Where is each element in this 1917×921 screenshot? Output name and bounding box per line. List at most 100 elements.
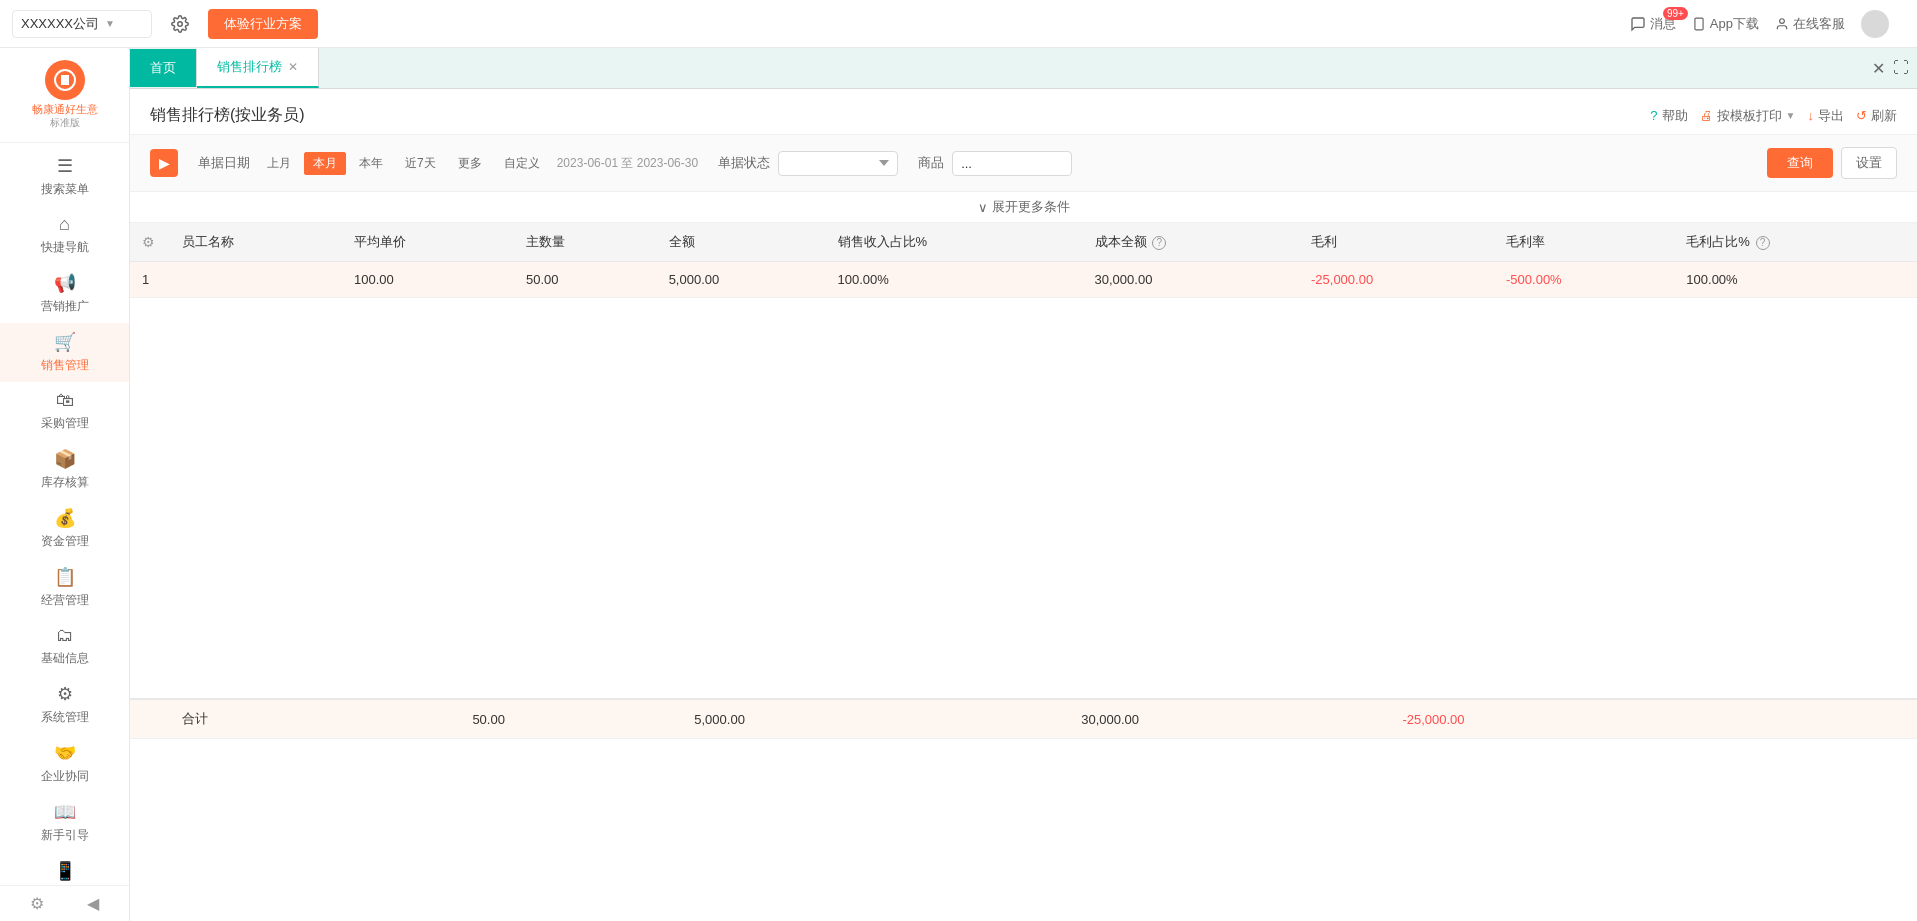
svg-rect-1 <box>1695 18 1703 30</box>
date-range: 2023-06-01 至 2023-06-30 <box>557 155 698 172</box>
date-tab-custom[interactable]: 自定义 <box>495 152 549 175</box>
sidebar-collapse-button[interactable]: ◀ <box>87 894 99 913</box>
goods-input[interactable] <box>952 151 1072 176</box>
date-tab-more[interactable]: 更多 <box>449 152 491 175</box>
date-tab-last-month[interactable]: 上月 <box>258 152 300 175</box>
cooperation-icon: 🤝 <box>54 742 76 764</box>
expand-label: 展开更多条件 <box>992 198 1070 216</box>
status-select[interactable] <box>778 151 898 176</box>
date-tab-7days[interactable]: 近7天 <box>396 152 445 175</box>
sidebar-item-label: 快捷导航 <box>41 239 89 256</box>
expand-conditions-button[interactable]: ∨ 展开更多条件 <box>978 198 1070 216</box>
sidebar-item-label: 库存核算 <box>41 474 89 491</box>
summary-avg-price <box>366 700 460 739</box>
tab-home[interactable]: 首页 <box>130 49 197 87</box>
sidebar-item-quick-nav[interactable]: ⌂ 快捷导航 <box>0 206 129 264</box>
refresh-button[interactable]: ↺ 刷新 <box>1856 107 1897 125</box>
app-download-button[interactable]: App下载 <box>1692 15 1759 33</box>
sidebar-item-marketing[interactable]: 📢 营销推广 <box>0 264 129 323</box>
tab-close-all-icon[interactable]: ✕ <box>1872 59 1885 78</box>
sidebar-item-label: 新手引导 <box>41 827 89 844</box>
th-gross-rate: 毛利率 <box>1494 223 1674 262</box>
tab-restore-icon[interactable]: ⛶ <box>1893 59 1909 77</box>
inventory-icon: 📦 <box>54 448 76 470</box>
cell-avg-price: 100.00 <box>342 262 514 298</box>
th-avg-price: 平均单价 <box>342 223 514 262</box>
summary-label: 合计 <box>170 700 366 739</box>
tab-sales-ranking[interactable]: 销售排行榜 ✕ <box>197 48 319 88</box>
th-employee: 员工名称 <box>170 223 342 262</box>
content-area: 首页 销售排行榜 ✕ ✕ ⛶ 销售排行榜(按业务员) <box>130 48 1917 921</box>
sales-icon: 🛒 <box>54 331 76 353</box>
sidebar-item-sales[interactable]: 🛒 销售管理 <box>0 323 129 382</box>
sidebar-item-cooperation[interactable]: 🤝 企业协同 <box>0 734 129 793</box>
sidebar-footer: ⚙ ◀ <box>0 885 129 921</box>
logo-image <box>45 60 85 100</box>
avatar[interactable] <box>1861 10 1889 38</box>
sidebar-item-operations[interactable]: 📋 经营管理 <box>0 558 129 617</box>
sidebar-settings-button[interactable]: ⚙ <box>30 894 44 913</box>
query-button[interactable]: 查询 <box>1767 148 1833 178</box>
goods-filter: 商品 <box>918 151 1072 176</box>
summary-section: 合计 50.00 5,000.00 30,000.00 -25,000.00 <box>130 698 1917 739</box>
th-qty: 主数量 <box>514 223 657 262</box>
app-container: XXXXXX公司 ▼ 体验行业方案 消息 99+ App下载 在线客服 <box>0 0 1917 921</box>
date-filter-label: 单据日期 <box>198 154 250 172</box>
settings-icon-btn[interactable] <box>164 8 196 40</box>
table-settings-icon[interactable]: ⚙ <box>142 234 155 250</box>
filter-row-1: ▶ 单据日期 上月 本月 本年 近7天 更多 自定义 2023- <box>150 147 1897 179</box>
summary-row: 合计 50.00 5,000.00 30,000.00 -25,000.00 <box>130 700 1917 739</box>
online-service-button[interactable]: 在线客服 <box>1775 15 1845 33</box>
table-header-row: ⚙ 员工名称 平均单价 主数量 全额 销售收入占比% 成本全额 ? <box>130 223 1917 262</box>
system-icon: ⚙ <box>57 683 73 705</box>
cell-sales-pct: 100.00% <box>826 262 1083 298</box>
chevron-down-expand-icon: ∨ <box>978 200 988 215</box>
export-button[interactable]: ↓ 导出 <box>1808 107 1845 125</box>
sidebar-item-system[interactable]: ⚙ 系统管理 <box>0 675 129 734</box>
sidebar-item-inventory[interactable]: 📦 库存核算 <box>0 440 129 499</box>
svg-point-3 <box>1780 18 1785 23</box>
print-dropdown-icon[interactable]: ▼ <box>1786 110 1796 121</box>
trial-button[interactable]: 体验行业方案 <box>208 9 318 39</box>
print-button[interactable]: 🖨 按模板打印 ▼ <box>1700 107 1796 125</box>
table-container: ⚙ 员工名称 平均单价 主数量 全额 销售收入占比% 成本全额 ? <box>130 223 1917 298</box>
sidebar-item-search-order[interactable]: ☰ 搜索菜单 <box>0 147 129 206</box>
sidebar-item-label: 搜索菜单 <box>41 181 89 198</box>
cost-help-icon[interactable]: ? <box>1152 236 1166 250</box>
gross-pct-help-icon[interactable]: ? <box>1756 236 1770 250</box>
sidebar-item-basic-info[interactable]: 🗂 基础信息 <box>0 617 129 675</box>
logo-text: 畅康通好生意 <box>32 102 98 116</box>
main-layout: 畅康通好生意 标准版 ☰ 搜索菜单 ⌂ 快捷导航 📢 营销推广 🛒 <box>0 48 1917 921</box>
settings-button[interactable]: 设置 <box>1841 147 1897 179</box>
sidebar-nav: ☰ 搜索菜单 ⌂ 快捷导航 📢 营销推广 🛒 销售管理 🛍 采购管理 <box>0 143 129 885</box>
filter-area: ▶ 单据日期 上月 本月 本年 近7天 更多 自定义 2023- <box>130 135 1917 192</box>
sidebar-item-guide[interactable]: 📖 新手引导 <box>0 793 129 852</box>
sidebar-item-app-center[interactable]: 📱 应用中心 <box>0 852 129 885</box>
cell-qty: 50.00 <box>514 262 657 298</box>
expand-row: ∨ 展开更多条件 <box>130 192 1917 223</box>
sidebar-item-label: 企业协同 <box>41 768 89 785</box>
help-button[interactable]: ? 帮助 <box>1650 107 1687 125</box>
sidebar: 畅康通好生意 标准版 ☰ 搜索菜单 ⌂ 快捷导航 📢 营销推广 🛒 <box>0 48 130 921</box>
guide-icon: 📖 <box>54 801 76 823</box>
filter-collapse-button[interactable]: ▶ <box>150 149 178 177</box>
th-amount: 全额 <box>657 223 826 262</box>
sidebar-item-label: 销售管理 <box>41 357 89 374</box>
sidebar-item-purchase[interactable]: 🛍 采购管理 <box>0 382 129 440</box>
status-filter: 单据状态 <box>718 151 898 176</box>
th-gross: 毛利 <box>1299 223 1494 262</box>
print-icon: 🖨 <box>1700 108 1713 123</box>
message-button[interactable]: 消息 99+ <box>1630 15 1676 33</box>
sidebar-item-finance[interactable]: 💰 资金管理 <box>0 499 129 558</box>
page-content: 销售排行榜(按业务员) ? 帮助 🖨 按模板打印 ▼ ↓ <box>130 89 1917 921</box>
filter-right-actions: 查询 设置 <box>1767 147 1897 179</box>
summary-sales-pct <box>975 700 1069 739</box>
company-name: XXXXXX公司 <box>21 15 99 33</box>
sidebar-item-label: 基础信息 <box>41 650 89 667</box>
date-tab-current-month[interactable]: 本月 <box>304 152 346 175</box>
company-selector[interactable]: XXXXXX公司 ▼ <box>12 10 152 38</box>
date-tab-current-year[interactable]: 本年 <box>350 152 392 175</box>
app-download-label: App下载 <box>1710 15 1759 33</box>
tab-close-icon[interactable]: ✕ <box>288 60 298 74</box>
cell-rank: 1 <box>130 262 170 298</box>
